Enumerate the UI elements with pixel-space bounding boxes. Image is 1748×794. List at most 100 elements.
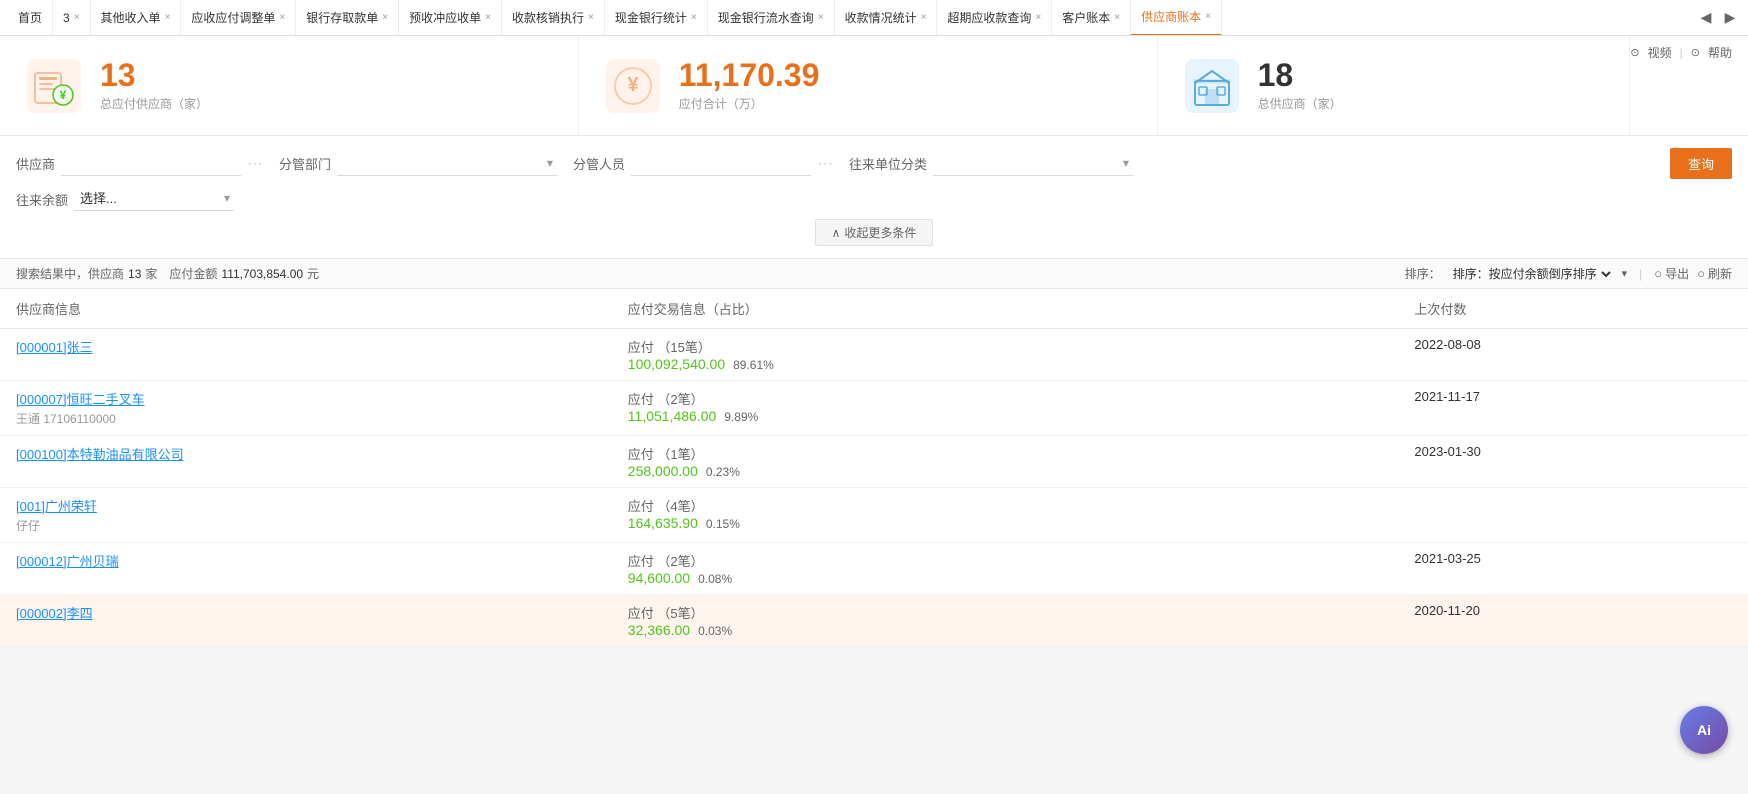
nav-tab-bank-deposit[interactable]: 银行存取款单 × [296, 0, 399, 36]
tx-info-cell: 应付 （5笔）32,366.000.03% [612, 595, 1399, 647]
tx-amount-line: 100,092,540.0089.61% [628, 356, 1383, 372]
nav-tab-label: 客户账本 [1062, 9, 1110, 26]
nav-left-arrow[interactable]: ◀ [1696, 8, 1716, 28]
filter-dept: 分管部门 [279, 152, 557, 176]
nav-tab-label: 收款核销执行 [512, 9, 584, 26]
nav-right-arrow[interactable]: ▶ [1720, 8, 1740, 28]
person-label: 分管人员 [573, 154, 625, 173]
close-icon[interactable]: × [165, 12, 171, 23]
tx-amount[interactable]: 32,366.00 [628, 622, 690, 638]
top-nav: 首页 3 × 其他收入单 × 应收应付调整单 × 银行存取款单 × 预收冲应收单… [0, 0, 1748, 36]
result-count: 13 [128, 267, 141, 281]
table-header: 供应商信息 应付交易信息（占比） 上次付数 [0, 289, 1748, 329]
supplier-link[interactable]: [000007]恒旺二手叉车 [16, 392, 145, 407]
table-container: 供应商信息 应付交易信息（占比） 上次付数 [000001]张三应付 （15笔）… [0, 289, 1748, 647]
nav-tab-overdue-ar[interactable]: 超期应收款查询 × [937, 0, 1052, 36]
stat-block-total-suppliers: 18 总供应商（家） [1158, 36, 1631, 135]
collapse-area: ∧ 收起更多条件 [16, 219, 1732, 246]
supplier-link[interactable]: [000001]张三 [16, 340, 93, 355]
sort-select[interactable]: 排序：按应付余额倒序排序 [1449, 266, 1614, 282]
tx-amount[interactable]: 164,635.90 [628, 515, 698, 531]
nav-tab-supplier-ledger[interactable]: 供应商账本 × [1131, 0, 1222, 36]
close-icon[interactable]: × [588, 12, 594, 23]
close-icon[interactable]: × [691, 12, 697, 23]
supplier-dots-icon[interactable]: ··· [247, 155, 263, 173]
stat-number-payable-total: 11,170.39 [679, 59, 820, 91]
filter-balance: 往来余额 选择... [16, 187, 234, 211]
export-label: 导出 [1665, 265, 1689, 282]
nav-tab-home[interactable]: 首页 [8, 0, 53, 36]
balance-select[interactable]: 选择... [74, 187, 234, 211]
last-payment-cell: 2021-03-25 [1398, 543, 1748, 595]
refresh-icon: ○ [1697, 266, 1705, 281]
last-payment-cell: 2023-01-30 [1398, 436, 1748, 488]
stats-row: ¥ 13 总应付供应商（家） ¥ 11,170.39 应付合计（万） [0, 36, 1748, 136]
nav-tab-collection-stat[interactable]: 收款情况统计 × [835, 0, 938, 36]
dept-select[interactable] [337, 152, 557, 176]
nav-tab-cash-bank-stat[interactable]: 现金银行统计 × [605, 0, 708, 36]
close-icon[interactable]: × [74, 12, 80, 23]
supplier-link[interactable]: [000100]本特勒油品有限公司 [16, 447, 184, 462]
nav-tab-advance-offset[interactable]: 预收冲应收单 × [399, 0, 502, 36]
close-icon[interactable]: × [1035, 12, 1041, 23]
supplier-link[interactable]: [001]广州荣轩 [16, 499, 97, 514]
category-select[interactable] [933, 152, 1133, 176]
tx-amount[interactable]: 100,092,540.00 [628, 356, 725, 372]
export-button[interactable]: ○ 导出 [1654, 265, 1689, 282]
stat-content-payable-suppliers: 13 总应付供应商（家） [100, 59, 208, 112]
close-icon[interactable]: × [485, 12, 491, 23]
close-icon[interactable]: × [1205, 11, 1211, 22]
video-link[interactable]: 视频 [1648, 44, 1672, 61]
tx-amount[interactable]: 94,600.00 [628, 570, 690, 586]
refresh-button[interactable]: ○ 刷新 [1697, 265, 1732, 282]
nav-tab-customer-ledger[interactable]: 客户账本 × [1052, 0, 1131, 36]
tx-label-line: 应付 （1笔） [628, 444, 1383, 463]
result-bar: 搜索结果中，供应商 13 家 应付金额 111,703,854.00 元 排序：… [0, 259, 1748, 289]
tx-amount[interactable]: 258,000.00 [628, 463, 698, 479]
supplier-contact: 仔仔 [16, 517, 596, 534]
supplier-input[interactable] [61, 152, 241, 176]
person-input[interactable] [631, 152, 811, 176]
nav-tab-ar-ap-adjust[interactable]: 应收应付调整单 × [181, 0, 296, 36]
close-icon[interactable]: × [818, 12, 824, 23]
tx-pct: 0.03% [698, 624, 732, 638]
stat-number-payable-suppliers: 13 [100, 59, 208, 91]
nav-tab-other-income[interactable]: 其他收入单 × [91, 0, 182, 36]
result-amount-unit: 元 [307, 265, 319, 282]
collapse-button[interactable]: ∧ 收起更多条件 [815, 219, 934, 246]
nav-tab-cash-bank-flow[interactable]: 现金银行流水查询 × [708, 0, 835, 36]
nav-tab-label: 预收冲应收单 [409, 9, 481, 26]
svg-text:¥: ¥ [627, 74, 639, 96]
refresh-label: 刷新 [1708, 265, 1732, 282]
close-icon[interactable]: × [1114, 12, 1120, 23]
nav-tab-label: 3 [63, 11, 70, 25]
table-row: [001]广州荣轩仔仔应付 （4笔）164,635.900.15% [0, 488, 1748, 543]
close-icon[interactable]: × [279, 12, 285, 23]
supplier-link[interactable]: [000002]李四 [16, 606, 93, 621]
help-link[interactable]: 帮助 [1708, 44, 1732, 61]
nav-tab-collection-verify[interactable]: 收款核销执行 × [502, 0, 605, 36]
tx-amount[interactable]: 11,051,486.00 [628, 408, 717, 424]
table-row: [000100]本特勒油品有限公司应付 （1笔）258,000.000.23%2… [0, 436, 1748, 488]
person-dots-icon[interactable]: ··· [817, 155, 833, 173]
svg-text:¥: ¥ [60, 88, 67, 102]
filter-person: 分管人员 ··· [573, 152, 833, 176]
close-icon[interactable]: × [382, 12, 388, 23]
result-amount-prefix: 应付金额 [169, 265, 217, 282]
query-button[interactable]: 查询 [1670, 148, 1732, 179]
balance-label: 往来余额 [16, 190, 68, 209]
nav-tab-label: 收款情况统计 [845, 9, 917, 26]
stat-block-payable-total: ¥ 11,170.39 应付合计（万） [579, 36, 1158, 135]
supplier-info-cell: [000100]本特勒油品有限公司 [0, 436, 612, 488]
table-body: [000001]张三应付 （15笔）100,092,540.0089.61%20… [0, 329, 1748, 647]
table-row: [000001]张三应付 （15笔）100,092,540.0089.61%20… [0, 329, 1748, 381]
supplier-link[interactable]: [000012]广州贝瑞 [16, 554, 119, 569]
supplier-contact: 王通 17106110000 [16, 410, 596, 427]
collapse-icon: ∧ [832, 226, 841, 240]
tx-pct: 0.15% [706, 517, 740, 531]
supplier-info-cell: [000002]李四 [0, 595, 612, 647]
ai-button[interactable]: Ai [1680, 706, 1728, 754]
supplier-info-cell: [001]广州荣轩仔仔 [0, 488, 612, 543]
nav-tab-3[interactable]: 3 × [53, 0, 91, 36]
close-icon[interactable]: × [921, 12, 927, 23]
